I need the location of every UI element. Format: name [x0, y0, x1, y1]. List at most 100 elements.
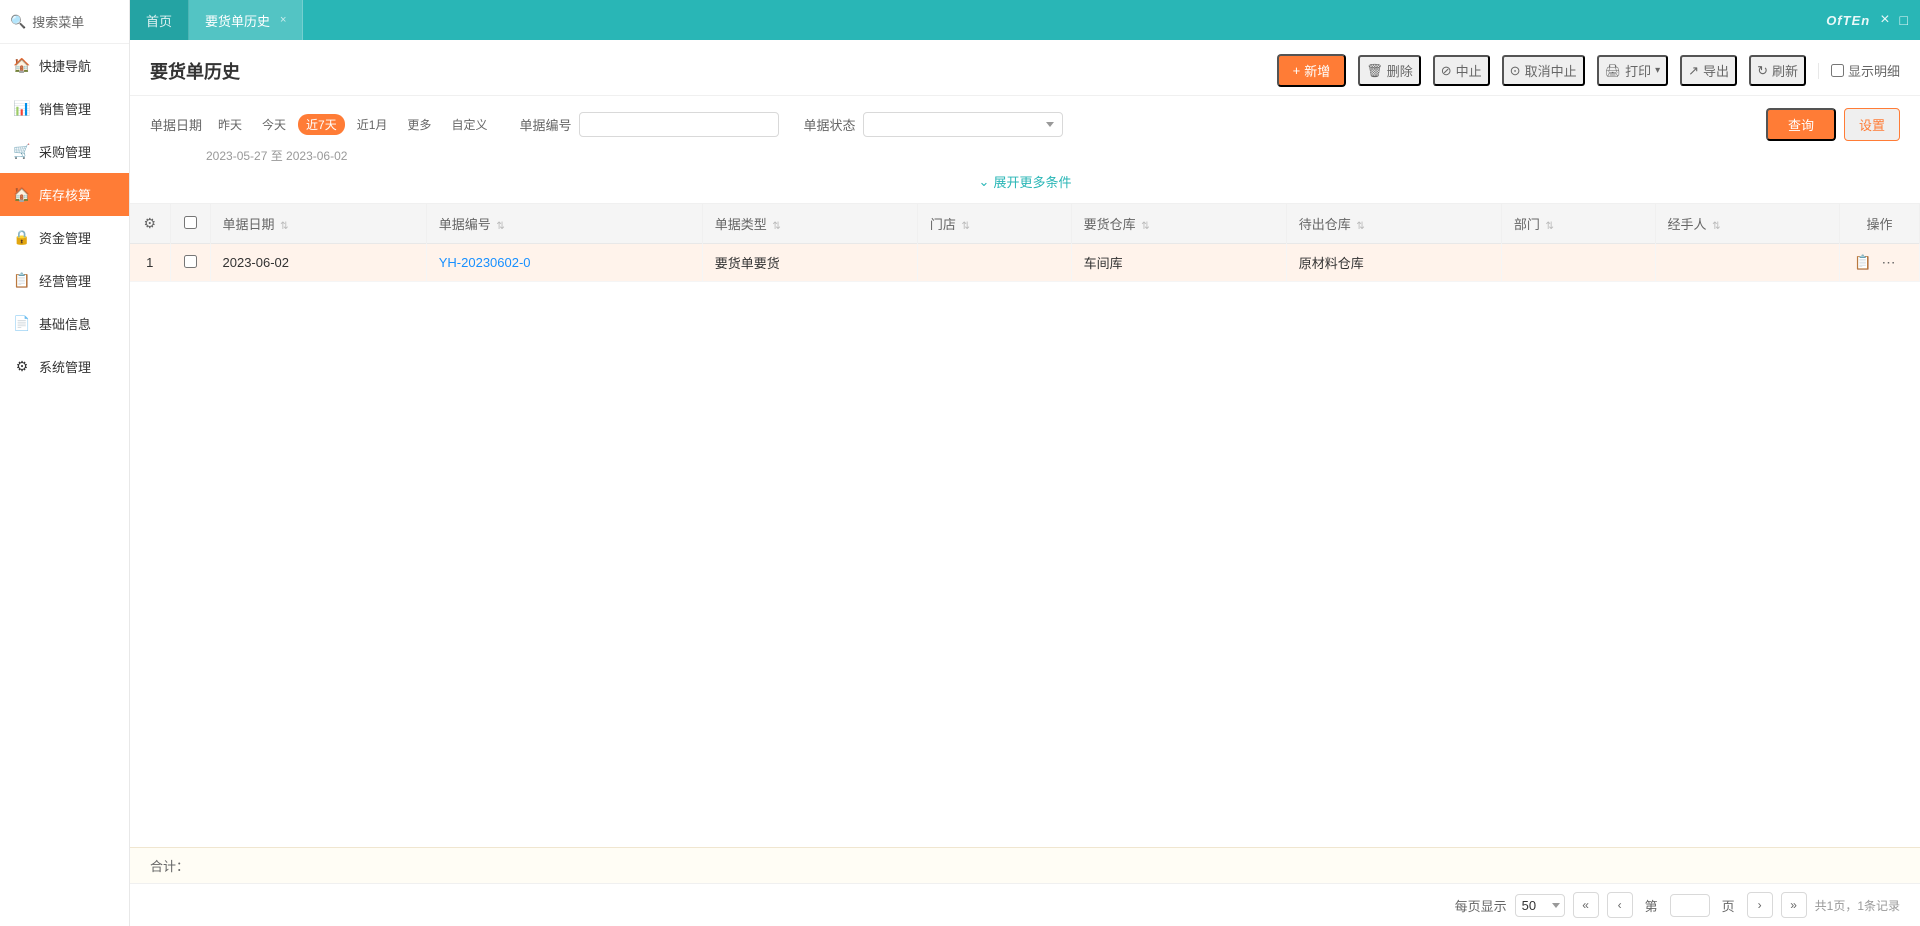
- date-option-today[interactable]: 今天: [254, 114, 294, 135]
- sidebar-item-operations[interactable]: 📋 经营管理: [0, 259, 129, 302]
- tab-close-icon[interactable]: ×: [280, 14, 286, 26]
- sidebar: 🔍 搜索菜单 🏠 快捷导航 📊 销售管理 🛒 采购管理 🏠 库存核算 🔒 资金管…: [0, 0, 130, 926]
- td-order-no: YH-20230602-0: [426, 244, 702, 282]
- delete-button[interactable]: 🗑 删除: [1358, 55, 1421, 86]
- sidebar-item-basic-info[interactable]: 📄 基础信息: [0, 302, 129, 345]
- cancel-stop-label: 取消中止: [1525, 61, 1577, 80]
- more-action-btn[interactable]: ⋯: [1879, 252, 1897, 273]
- page-title: 要货单历史: [150, 58, 240, 84]
- date-option-last7days[interactable]: 近7天: [298, 114, 345, 135]
- print-dropdown-icon: ▾: [1655, 65, 1660, 76]
- stop-icon: ⊘: [1441, 63, 1452, 79]
- sidebar-item-label: 库存核算: [39, 185, 91, 204]
- td-order-type: 要货单要货: [702, 244, 917, 282]
- sort-handler-icon[interactable]: ⇅: [1712, 221, 1720, 232]
- refresh-label: 刷新: [1772, 61, 1798, 80]
- show-detail-label: 显示明细: [1848, 61, 1900, 80]
- th-actions-label: 操作: [1866, 217, 1892, 232]
- sidebar-item-sales[interactable]: 📊 销售管理: [0, 87, 129, 130]
- expand-more-btn[interactable]: ⌄ 展开更多条件: [150, 168, 1900, 195]
- date-option-custom[interactable]: 自定义: [443, 114, 495, 135]
- table-row[interactable]: 1 2023-06-02 YH-20230602-0 要货单要货 车间库 原材料…: [130, 244, 1920, 282]
- sidebar-item-purchase[interactable]: 🛒 采购管理: [0, 130, 129, 173]
- sales-icon: 📊: [13, 100, 31, 118]
- column-settings-icon[interactable]: ⚙: [143, 215, 156, 231]
- filter-order-no-input[interactable]: [579, 112, 779, 137]
- filter-row-1: 单据日期 昨天 今天 近7天 近1月 更多 自定义 单据编号: [150, 108, 1900, 141]
- page-header: 要货单历史 + 新增 🗑 删除 ⊘ 中止 ⊙ 取消中止: [130, 40, 1920, 96]
- td-department: [1501, 244, 1655, 282]
- toolbar: + 新增 🗑 删除 ⊘ 中止 ⊙ 取消中止 🖨 打印: [1277, 54, 1900, 87]
- date-option-yesterday[interactable]: 昨天: [210, 114, 250, 135]
- sidebar-search[interactable]: 🔍 搜索菜单: [0, 0, 129, 44]
- filter-bar: 单据日期 昨天 今天 近7天 近1月 更多 自定义 单据编号: [130, 96, 1920, 204]
- new-button[interactable]: + 新增: [1277, 54, 1347, 87]
- purchase-icon: 🛒: [13, 143, 31, 161]
- date-option-last1month[interactable]: 近1月: [349, 114, 396, 135]
- sidebar-item-inventory[interactable]: 🏠 库存核算: [0, 173, 129, 216]
- td-date: 2023-06-02: [210, 244, 426, 282]
- export-label: 导出: [1703, 61, 1729, 80]
- edit-action-btn[interactable]: 📋: [1852, 252, 1873, 273]
- stop-button[interactable]: ⊘ 中止: [1433, 55, 1490, 86]
- page-label: 第: [1645, 896, 1658, 915]
- sidebar-item-quick-nav[interactable]: 🏠 快捷导航: [0, 44, 129, 87]
- print-icon: 🖨: [1605, 63, 1622, 79]
- filter-date-group: 单据日期 昨天 今天 近7天 近1月 更多 自定义: [150, 114, 495, 135]
- tab-home[interactable]: 首页: [130, 0, 189, 40]
- sort-store-icon[interactable]: ⇅: [962, 221, 970, 232]
- chevron-down-icon: ⌄: [979, 174, 990, 190]
- sidebar-item-label: 基础信息: [39, 314, 91, 333]
- prev-page-btn[interactable]: ‹: [1607, 892, 1633, 918]
- row-checkbox[interactable]: [184, 255, 197, 268]
- print-button[interactable]: 🖨 打印 ▾: [1597, 55, 1669, 86]
- sort-pending-warehouse-icon[interactable]: ⇅: [1356, 221, 1364, 232]
- th-store-label: 门店: [930, 217, 956, 232]
- delete-label: 删除: [1387, 61, 1413, 80]
- page-size-label: 每页显示: [1455, 896, 1507, 915]
- td-store: [917, 244, 1071, 282]
- next-page-btn[interactable]: ›: [1747, 892, 1773, 918]
- cancel-stop-button[interactable]: ⊙ 取消中止: [1502, 55, 1585, 86]
- first-page-btn[interactable]: «: [1573, 892, 1599, 918]
- td-checkbox: [170, 244, 210, 282]
- th-handler: 经手人 ⇅: [1655, 204, 1839, 244]
- current-page-input[interactable]: 1: [1670, 894, 1710, 917]
- page-size-select[interactable]: 20 50 100: [1515, 894, 1565, 917]
- settings-button[interactable]: 设置: [1844, 108, 1900, 141]
- show-detail-checkbox[interactable]: 显示明细: [1831, 61, 1900, 80]
- action-btns: 📋 ⋯: [1852, 252, 1907, 273]
- sort-req-warehouse-icon[interactable]: ⇅: [1141, 221, 1149, 232]
- refresh-icon: ↻: [1757, 63, 1768, 79]
- sidebar-item-label: 资金管理: [39, 228, 91, 247]
- filter-order-no-group: 单据编号: [519, 112, 779, 137]
- show-detail-input[interactable]: [1831, 64, 1844, 77]
- sidebar-item-system[interactable]: ⚙ 系统管理: [0, 345, 129, 388]
- new-icon: +: [1293, 63, 1301, 78]
- last-page-btn[interactable]: »: [1781, 892, 1807, 918]
- td-handler: [1655, 244, 1839, 282]
- th-department-label: 部门: [1514, 217, 1540, 232]
- order-no-link[interactable]: YH-20230602-0: [439, 255, 531, 270]
- export-button[interactable]: ↗ 导出: [1680, 55, 1737, 86]
- page-of-label: 页: [1722, 896, 1735, 915]
- tab-order-history[interactable]: 要货单历史 ×: [189, 0, 303, 40]
- select-all-checkbox[interactable]: [184, 216, 197, 229]
- filter-status-select[interactable]: [863, 112, 1063, 137]
- sort-date-icon[interactable]: ⇅: [280, 221, 288, 232]
- th-date: 单据日期 ⇅: [210, 204, 426, 244]
- query-button[interactable]: 查询: [1766, 108, 1836, 141]
- sort-order-type-icon[interactable]: ⇅: [772, 221, 780, 232]
- window-maximize-btn[interactable]: □: [1900, 12, 1908, 28]
- sidebar-item-finance[interactable]: 🔒 资金管理: [0, 216, 129, 259]
- sort-department-icon[interactable]: ⇅: [1545, 221, 1553, 232]
- td-req-warehouse: 车间库: [1071, 244, 1286, 282]
- brand-label: OfTEn: [1826, 13, 1870, 28]
- sort-order-no-icon[interactable]: ⇅: [496, 221, 504, 232]
- table-container: ⚙ 单据日期 ⇅ 单据编号 ⇅: [130, 204, 1920, 847]
- th-actions: 操作: [1840, 204, 1920, 244]
- pagination: 每页显示 20 50 100 « ‹ 第 1 页 › » 共1页，1条记录: [130, 883, 1920, 926]
- window-close-btn[interactable]: ×: [1880, 11, 1889, 29]
- refresh-button[interactable]: ↻ 刷新: [1749, 55, 1806, 86]
- date-option-more[interactable]: 更多: [399, 114, 439, 135]
